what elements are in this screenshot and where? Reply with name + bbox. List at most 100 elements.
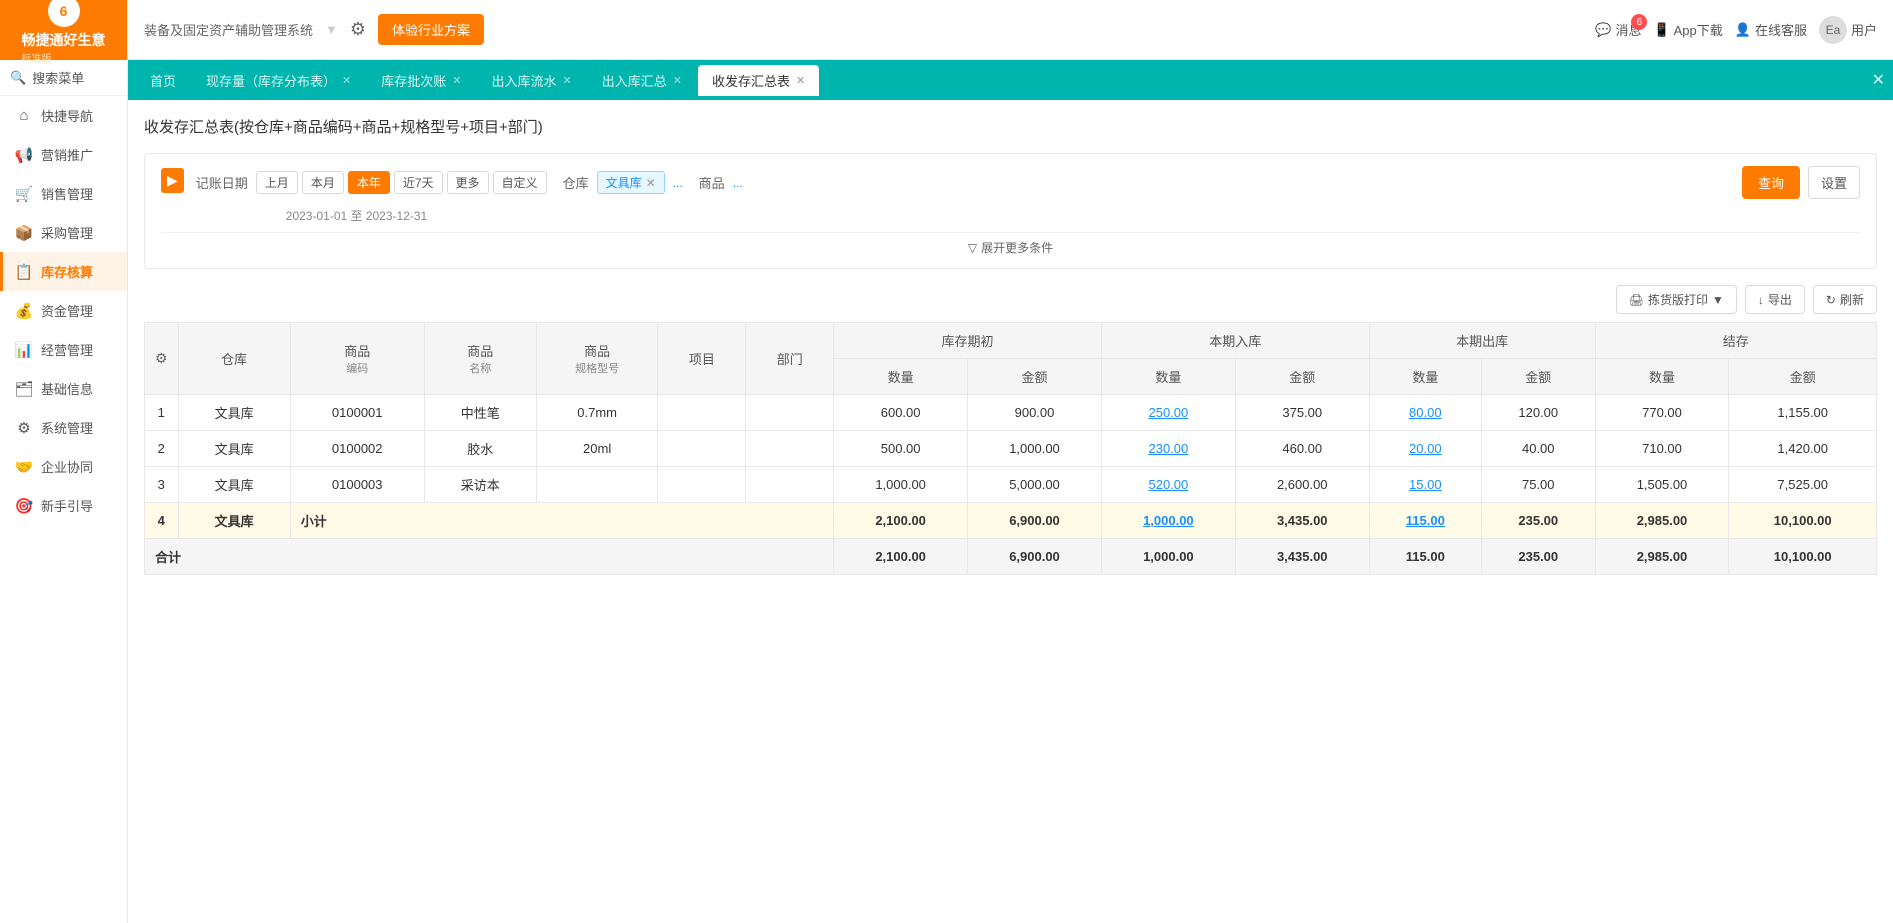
- sidebar-item-label: 系统管理: [41, 418, 93, 437]
- date-btn-this-month[interactable]: 本月: [302, 171, 344, 194]
- sidebar-item-label: 基础信息: [41, 379, 93, 398]
- sidebar-item-finance[interactable]: 💰 资金管理: [0, 291, 127, 330]
- col-opening-amt-header: 金额: [968, 359, 1102, 395]
- total-in-amt: 3,435.00: [1235, 539, 1369, 575]
- app-download-label: App下载: [1674, 20, 1723, 39]
- tab-home[interactable]: 首页: [136, 65, 190, 96]
- row-in-amt: 2,600.00: [1235, 467, 1369, 503]
- sidebar-item-inventory[interactable]: 📋 库存核算: [0, 252, 127, 291]
- sidebar-item-basic[interactable]: 🗂 基础信息: [0, 369, 127, 408]
- settings-icon[interactable]: ⚙: [350, 19, 366, 40]
- home-icon: ⌂: [15, 107, 33, 125]
- user-area[interactable]: Ea 用户: [1819, 16, 1877, 44]
- expand-filter-row[interactable]: ▽ 展开更多条件: [161, 232, 1860, 256]
- col-settings-icon[interactable]: ⚙: [155, 350, 168, 366]
- export-btn[interactable]: ↓ 导出: [1745, 285, 1805, 314]
- total-in-qty: 1,000.00: [1101, 539, 1235, 575]
- date-btn-this-year[interactable]: 本年: [348, 171, 390, 194]
- row-out-qty[interactable]: 20.00: [1369, 431, 1481, 467]
- goods-more[interactable]: ...: [733, 176, 743, 190]
- sidebar-item-operations[interactable]: 📊 经营管理: [0, 330, 127, 369]
- tab-close-icon[interactable]: ✕: [796, 74, 805, 87]
- print-btn[interactable]: 🖨 拣货版打印 ▼: [1616, 285, 1737, 314]
- row-department: [746, 431, 834, 467]
- avatar: Ea: [1819, 16, 1847, 44]
- refresh-icon: ↻: [1826, 293, 1836, 307]
- sidebar-item-system[interactable]: ⚙ 系统管理: [0, 408, 127, 447]
- date-btn-7days[interactable]: 近7天: [394, 171, 443, 194]
- tab-stock-summary[interactable]: 收发存汇总表 ✕: [698, 65, 819, 96]
- purchase-icon: 📦: [15, 224, 33, 242]
- col-opening-qty-header: 数量: [834, 359, 968, 395]
- subtotal-in-qty[interactable]: 1,000.00: [1101, 503, 1235, 539]
- row-name: 中性笔: [424, 395, 536, 431]
- date-btn-last-month[interactable]: 上月: [256, 171, 298, 194]
- row-open-amt: 5,000.00: [968, 467, 1102, 503]
- print-icon: 🖨: [1629, 293, 1644, 307]
- date-btn-more[interactable]: 更多: [447, 171, 489, 194]
- message-badge: 6: [1631, 14, 1647, 30]
- export-label: 导出: [1768, 291, 1792, 308]
- system-name: 装备及固定资产辅助管理系统: [144, 20, 313, 39]
- row-project: [658, 395, 746, 431]
- sidebar-item-purchase[interactable]: 📦 采购管理: [0, 213, 127, 252]
- sidebar-item-guide[interactable]: 🎯 新手引导: [0, 486, 127, 525]
- tab-label: 收发存汇总表: [712, 71, 790, 90]
- tab-close-icon[interactable]: ✕: [563, 74, 572, 87]
- system-icon: ⚙: [15, 419, 33, 437]
- row-department: [746, 467, 834, 503]
- tab-inout-summary[interactable]: 出入库汇总 ✕: [588, 65, 696, 96]
- tab-close-icon[interactable]: ✕: [342, 74, 351, 87]
- sidebar-search[interactable]: 🔍 搜索菜单: [0, 60, 127, 96]
- sidebar-item-label: 资金管理: [41, 301, 93, 320]
- row-in-qty[interactable]: 250.00: [1101, 395, 1235, 431]
- subtotal-out-qty[interactable]: 115.00: [1369, 503, 1481, 539]
- row-open-qty: 600.00: [834, 395, 968, 431]
- row-in-qty[interactable]: 520.00: [1101, 467, 1235, 503]
- tab-close-icon[interactable]: ✕: [452, 74, 461, 87]
- col-opening-header: 库存期初: [834, 323, 1102, 359]
- total-label: 合计: [145, 539, 834, 575]
- tab-label: 现存量（库存分布表）: [206, 71, 336, 90]
- row-out-qty[interactable]: 80.00: [1369, 395, 1481, 431]
- col-warehouse-header: 仓库: [178, 323, 290, 395]
- date-btn-custom[interactable]: 自定义: [493, 171, 547, 194]
- experience-btn[interactable]: 体验行业方案: [378, 14, 484, 45]
- query-button[interactable]: 查询: [1742, 166, 1800, 199]
- filter-collapse-btn[interactable]: ▶: [161, 168, 184, 193]
- settings-button[interactable]: 设置: [1808, 166, 1860, 199]
- tab-inventory-dist[interactable]: 现存量（库存分布表） ✕: [192, 65, 365, 96]
- expand-label: 展开更多条件: [981, 239, 1053, 256]
- row-in-qty[interactable]: 230.00: [1101, 431, 1235, 467]
- sidebar-item-marketing[interactable]: 📢 营销推广: [0, 135, 127, 174]
- message-btn[interactable]: 💬 消息 6: [1595, 20, 1641, 39]
- row-out-qty[interactable]: 15.00: [1369, 467, 1481, 503]
- sidebar-item-label: 库存核算: [41, 262, 93, 281]
- sidebar-item-quick-nav[interactable]: ⌂ 快捷导航: [0, 96, 127, 135]
- row-in-amt: 460.00: [1235, 431, 1369, 467]
- refresh-btn[interactable]: ↻ 刷新: [1813, 285, 1877, 314]
- data-table: ⚙ 仓库 商品编码 商品名称 商品规格型号 项目 部门 库存期初 本期入库 本期…: [144, 322, 1877, 575]
- date-label: 记账日期: [196, 173, 248, 192]
- col-goods-code-header: 商品编码: [290, 323, 424, 395]
- warehouse-more[interactable]: ...: [673, 176, 683, 190]
- tab-batch[interactable]: 库存批次账 ✕: [367, 65, 475, 96]
- table-row: 3 文具库 0100003 采访本 1,000.00 5,000.00 520.…: [145, 467, 1877, 503]
- col-out-amt-header: 金额: [1481, 359, 1595, 395]
- page-title: 收发存汇总表(按仓库+商品编码+商品+规格型号+项目+部门): [144, 116, 1877, 137]
- topbar: 装备及固定资产辅助管理系统 ▼ ⚙ 体验行业方案 💬 消息 6 📱 App下载 …: [128, 0, 1893, 60]
- app-download-btn[interactable]: 📱 App下载: [1653, 20, 1722, 39]
- sidebar-item-label: 快捷导航: [41, 106, 93, 125]
- sidebar-item-sales[interactable]: 🛒 销售管理: [0, 174, 127, 213]
- sidebar-item-enterprise[interactable]: 🤝 企业协同: [0, 447, 127, 486]
- close-all-tabs[interactable]: ✕: [1872, 70, 1885, 90]
- tab-close-icon[interactable]: ✕: [673, 74, 682, 87]
- col-goods-name-header: 商品名称: [424, 323, 536, 395]
- tab-inout-flow[interactable]: 出入库流水 ✕: [477, 65, 585, 96]
- online-service-btn[interactable]: 👤 在线客服: [1735, 20, 1807, 39]
- total-out-qty: 115.00: [1369, 539, 1481, 575]
- warehouse-tag-close[interactable]: ✕: [646, 176, 656, 190]
- row-open-qty: 500.00: [834, 431, 968, 467]
- sidebar-nav: ⌂ 快捷导航 📢 营销推广 🛒 销售管理 📦 采购管理 📋 库存核算 💰 资金管…: [0, 96, 127, 923]
- col-out-qty-header: 数量: [1369, 359, 1481, 395]
